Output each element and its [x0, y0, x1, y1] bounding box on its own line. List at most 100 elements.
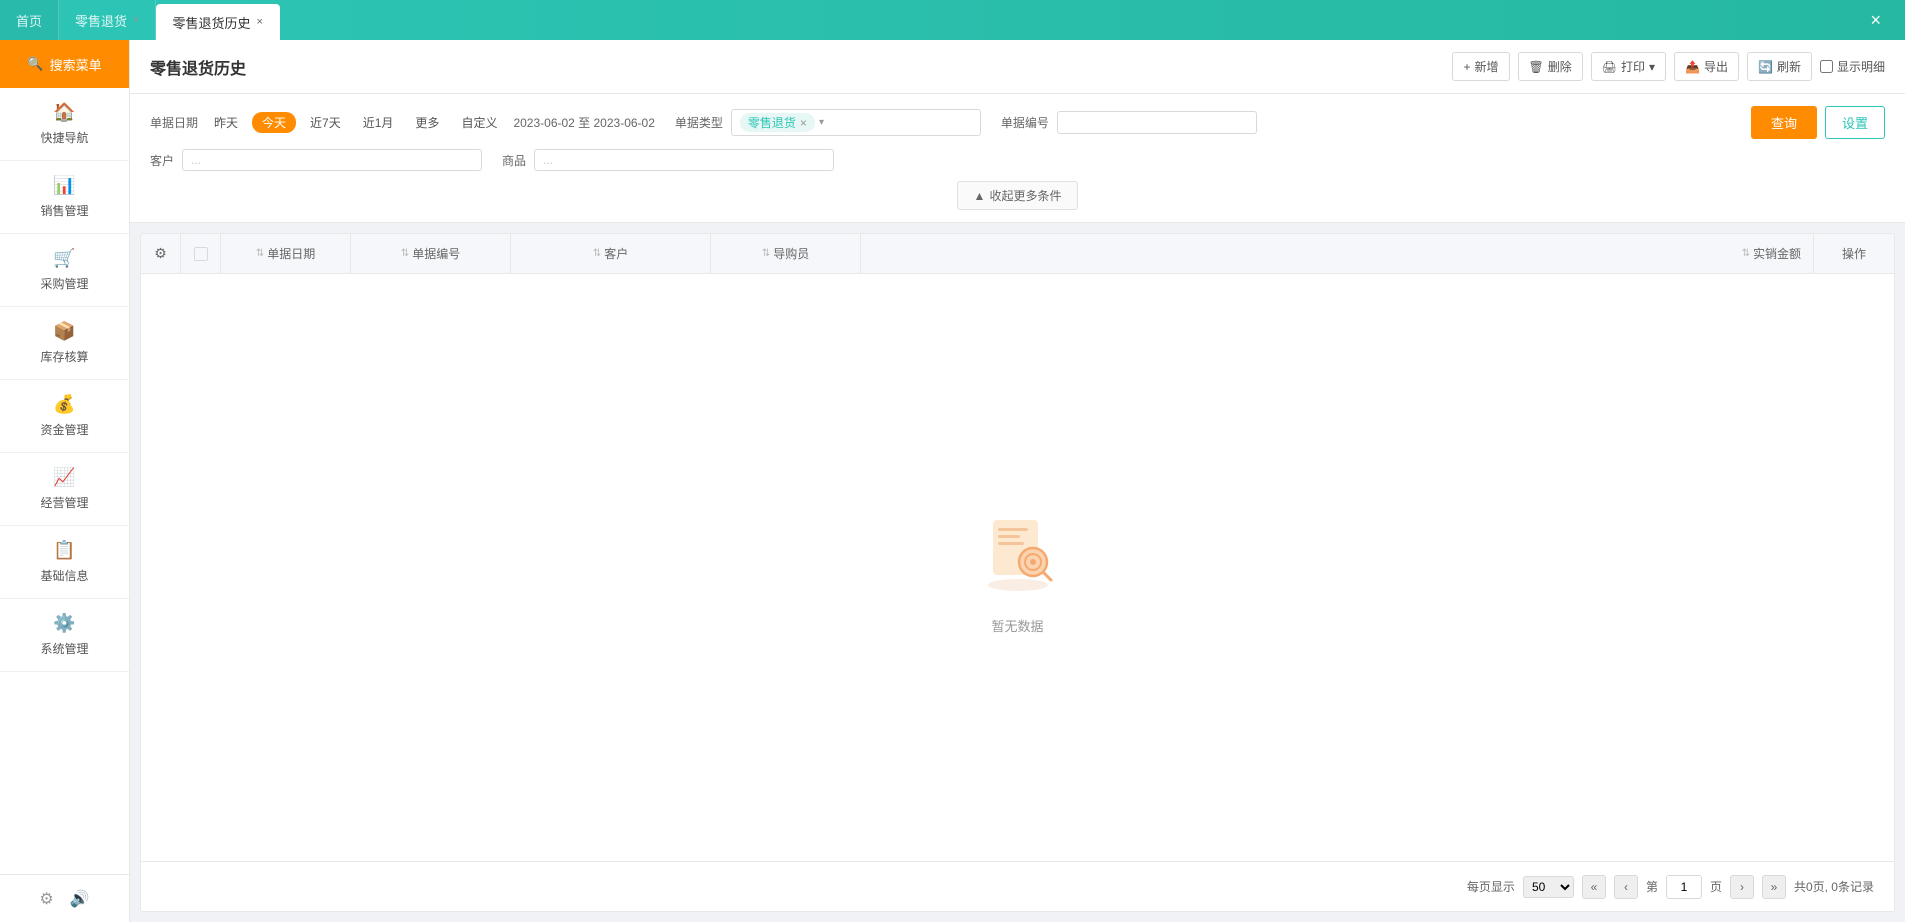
tab-list: 首页 零售退货 × 零售退货历史 ×	[0, 0, 1862, 40]
th-amount-label: 实销金额	[1753, 245, 1801, 262]
page-size-select[interactable]: 10 20 50 100	[1523, 876, 1574, 898]
date-btn-custom[interactable]: 自定义	[453, 112, 505, 133]
filter-row-1: 单据日期 昨天 今天 近7天 近1月 更多 自定义 2023-06-02 至 2…	[150, 106, 1885, 139]
date-filter-options: 昨天 今天 近7天 近1月 更多 自定义	[206, 112, 505, 133]
th-guide-sort-icon[interactable]: ⇅	[762, 248, 770, 259]
print-dropdown-icon: ▾	[1649, 60, 1655, 74]
filter-area: 单据日期 昨天 今天 近7天 近1月 更多 自定义 2023-06-02 至 2…	[130, 94, 1905, 223]
sidebar-item-system-label: 系统管理	[40, 640, 88, 657]
tab-retail-return-history[interactable]: 零售退货历史 ×	[156, 4, 279, 40]
doc-num-label: 单据编号	[1001, 114, 1049, 131]
tab-home-label: 首页	[16, 11, 42, 30]
total-info: 共0页, 0条记录	[1794, 878, 1874, 895]
doc-type-filter: 单据类型 零售退货 × ▾	[675, 109, 981, 136]
page-size-label: 每页显示	[1467, 878, 1515, 895]
th-date-sort-icon[interactable]: ⇅	[256, 248, 264, 259]
delete-label: 删除	[1548, 58, 1572, 75]
new-label: 新增	[1475, 58, 1499, 75]
doc-type-tag: 零售退货 ×	[740, 113, 815, 132]
th-settings[interactable]: ⚙	[141, 234, 181, 273]
th-customer-label: 客户	[604, 245, 628, 262]
th-checkbox	[181, 234, 221, 273]
page-number-input[interactable]	[1666, 875, 1702, 899]
next-page-button[interactable]: ›	[1730, 875, 1754, 899]
customer-placeholder: ...	[191, 153, 201, 167]
top-bar: 首页 零售退货 × 零售退货历史 × ×	[0, 0, 1905, 40]
customer-filter: 客户 ...	[150, 149, 482, 171]
empty-icon	[968, 500, 1068, 600]
new-button[interactable]: + 新增	[1452, 52, 1509, 81]
sidebar-items: 🏠 快捷导航 📊 销售管理 🛒 采购管理 📦 库存核算 💰 资金管理 📈	[0, 88, 129, 874]
sidebar-item-quick-nav[interactable]: 🏠 快捷导航	[0, 88, 129, 161]
th-ops: 操作	[1814, 234, 1894, 273]
tab-home[interactable]: 首页	[0, 0, 59, 40]
sidebar-sound-button[interactable]: 🔊	[70, 889, 90, 909]
goods-filter: 商品 ...	[502, 149, 834, 171]
date-filter: 单据日期 昨天 今天 近7天 近1月 更多 自定义 2023-06-02 至 2…	[150, 112, 655, 133]
first-page-button[interactable]: «	[1582, 875, 1606, 899]
system-icon: ⚙️	[53, 613, 75, 634]
customer-label: 客户	[150, 152, 174, 169]
new-icon: +	[1463, 60, 1470, 74]
print-icon: 🖨	[1602, 60, 1617, 74]
date-btn-more[interactable]: 更多	[407, 112, 447, 133]
refresh-button[interactable]: 🔄 刷新	[1747, 52, 1812, 81]
tab-retail-return-close[interactable]: ×	[133, 14, 139, 26]
collapse-button[interactable]: ▲ 收起更多条件	[957, 181, 1079, 210]
date-btn-yesterday[interactable]: 昨天	[206, 112, 246, 133]
sidebar-item-purchase-label: 采购管理	[40, 275, 88, 292]
doc-type-tag-label: 零售退货	[748, 114, 796, 131]
th-amount-sort-icon[interactable]: ⇅	[1742, 248, 1750, 259]
tab-retail-return-label: 零售退货	[75, 11, 127, 30]
tab-retail-return[interactable]: 零售退货 ×	[59, 0, 156, 40]
operations-icon: 📈	[53, 467, 75, 488]
display-detail-checkbox[interactable]	[1820, 60, 1833, 73]
delete-button[interactable]: 🗑 删除	[1518, 52, 1583, 81]
doc-type-label: 单据类型	[675, 114, 723, 131]
basic-info-icon: 📋	[53, 540, 75, 561]
sidebar-item-sales[interactable]: 📊 销售管理	[0, 161, 129, 234]
sidebar-item-operations[interactable]: 📈 经营管理	[0, 453, 129, 526]
sidebar-item-purchase[interactable]: 🛒 采购管理	[0, 234, 129, 307]
sidebar-item-inventory[interactable]: 📦 库存核算	[0, 307, 129, 380]
export-button[interactable]: 📤 导出	[1674, 52, 1739, 81]
sidebar-item-finance[interactable]: 💰 资金管理	[0, 380, 129, 453]
last-page-button[interactable]: »	[1762, 875, 1786, 899]
doc-type-tag-close[interactable]: ×	[800, 116, 807, 130]
tab-retail-return-history-close[interactable]: ×	[256, 16, 262, 28]
th-docnum-label: 单据编号	[412, 245, 460, 262]
th-customer-sort-icon[interactable]: ⇅	[593, 248, 601, 259]
th-date: ⇅ 单据日期	[221, 234, 351, 273]
query-button[interactable]: 查询	[1751, 106, 1817, 139]
sidebar-settings-button[interactable]: ⚙	[39, 889, 53, 909]
date-filter-label: 单据日期	[150, 114, 198, 131]
sidebar-item-basic-info[interactable]: 📋 基础信息	[0, 526, 129, 599]
empty-text: 暂无数据	[991, 616, 1043, 635]
prev-page-button[interactable]: ‹	[1614, 875, 1638, 899]
date-btn-7days[interactable]: 近7天	[302, 112, 349, 133]
display-detail-label: 显示明细	[1837, 58, 1885, 75]
doc-type-dropdown-icon[interactable]: ▾	[819, 117, 824, 128]
refresh-icon: 🔄	[1758, 60, 1773, 74]
select-all-checkbox[interactable]	[194, 247, 208, 261]
customer-input[interactable]: ...	[182, 149, 482, 171]
sales-icon: 📊	[53, 175, 75, 196]
doc-num-input[interactable]	[1057, 111, 1257, 134]
column-settings-icon[interactable]: ⚙	[154, 245, 167, 262]
page-unit: 页	[1710, 878, 1722, 895]
sidebar-item-system[interactable]: ⚙️ 系统管理	[0, 599, 129, 672]
settings-button[interactable]: 设置	[1825, 106, 1885, 139]
sidebar-item-basic-info-label: 基础信息	[40, 567, 88, 584]
date-btn-today[interactable]: 今天	[252, 112, 296, 133]
display-detail-checkbox-wrapper[interactable]: 显示明细	[1820, 58, 1885, 75]
goods-input[interactable]: ...	[534, 149, 834, 171]
print-button[interactable]: 🖨 打印 ▾	[1591, 52, 1666, 81]
print-label: 打印	[1621, 58, 1645, 75]
th-docnum-sort-icon[interactable]: ⇅	[401, 248, 409, 259]
sidebar-bottom: ⚙ 🔊	[0, 874, 129, 922]
search-menu-button[interactable]: 🔍 搜索菜单	[0, 40, 129, 88]
close-app-button[interactable]: ×	[1862, 10, 1889, 31]
date-btn-1month[interactable]: 近1月	[355, 112, 402, 133]
doc-type-input[interactable]: 零售退货 × ▾	[731, 109, 981, 136]
goods-label: 商品	[502, 152, 526, 169]
